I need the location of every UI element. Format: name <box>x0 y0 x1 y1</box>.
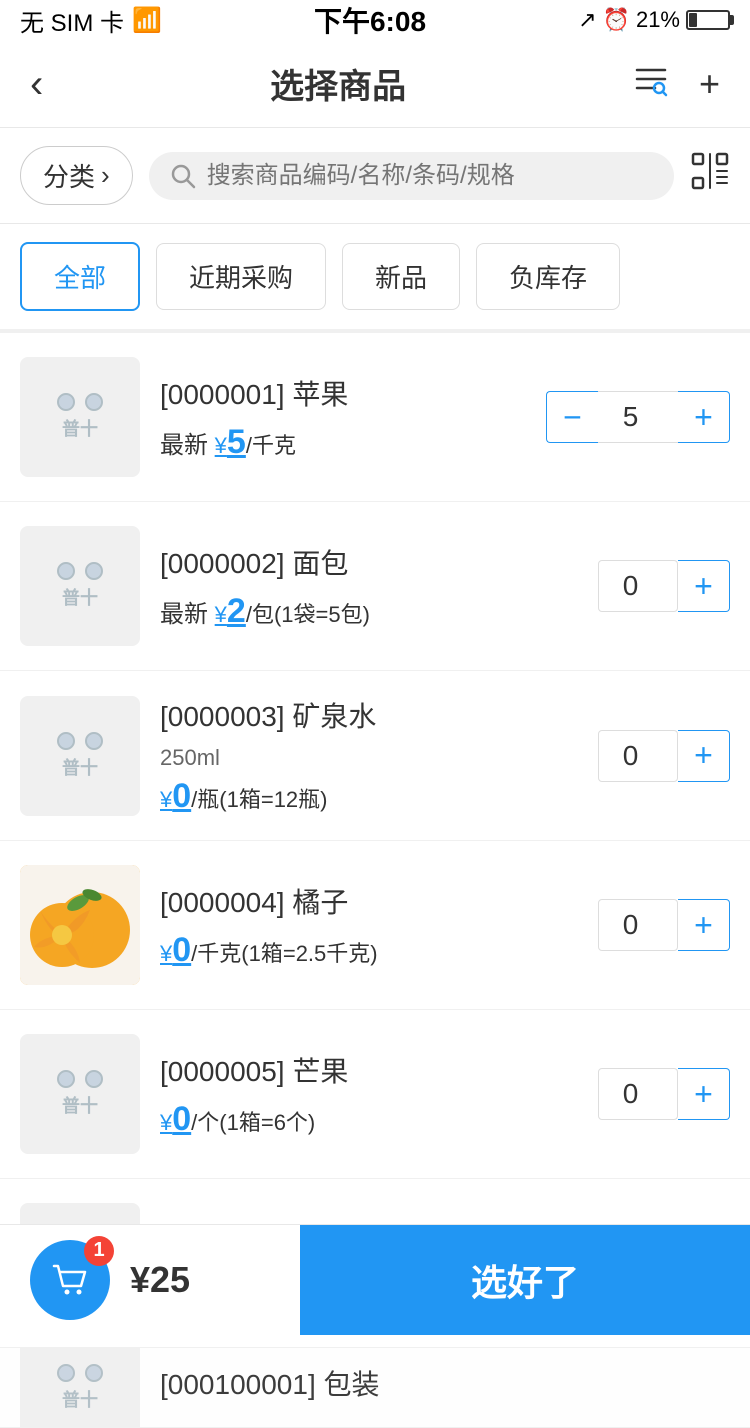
quantity-control-4: + <box>598 899 730 951</box>
cart-icon <box>48 1258 92 1302</box>
category-arrow: › <box>101 160 110 191</box>
increase-button-2[interactable]: + <box>678 560 730 612</box>
product-info-1: [0000001] 苹果 最新 ¥5/千克 <box>160 373 526 462</box>
product-price-4: ¥0/千克(1箱=2.5千克) <box>160 931 578 970</box>
product-image-4 <box>20 865 140 985</box>
product-image-3: 普十 <box>20 696 140 816</box>
product-price-5: ¥0/个(1箱=6个) <box>160 1100 578 1139</box>
product-name-4: [0000004] 橘子 <box>160 881 578 921</box>
product-info-3: [0000003] 矿泉水 250ml ¥0/瓶(1箱=12瓶) <box>160 695 578 816</box>
tabs-row: 全部 近期采购 新品 负库存 <box>0 224 750 333</box>
confirm-button[interactable]: 选好了 <box>300 1225 750 1335</box>
product-name-1: [0000001] 苹果 <box>160 373 526 413</box>
product-name-2: [0000002] 面包 <box>160 542 578 582</box>
scan-icon[interactable] <box>690 151 730 200</box>
list-item: 普十 [0000001] 苹果 最新 ¥5/千克 − + <box>0 333 750 502</box>
list-item: [0000004] 橘子 ¥0/千克(1箱=2.5千克) + <box>0 841 750 1010</box>
cart-area: 1 ¥25 <box>0 1240 300 1320</box>
quantity-control-5: + <box>598 1068 730 1120</box>
product-price-2: 最新 ¥2/包(1袋=5包) <box>160 592 578 631</box>
quantity-input-3[interactable] <box>598 730 678 782</box>
status-time: 下午6:08 <box>314 0 426 40</box>
page-title: 选择商品 <box>270 59 406 108</box>
increase-button-5[interactable]: + <box>678 1068 730 1120</box>
increase-button-4[interactable]: + <box>678 899 730 951</box>
product-info-5: [0000005] 芒果 ¥0/个(1箱=6个) <box>160 1050 578 1139</box>
cart-total: ¥25 <box>130 1259 190 1301</box>
search-input[interactable] <box>207 162 654 190</box>
list-item: 普十 [0000005] 芒果 ¥0/个(1箱=6个) + <box>0 1010 750 1179</box>
product-spec-3: 250ml <box>160 745 578 771</box>
tab-recent[interactable]: 近期采购 <box>156 243 326 310</box>
cart-badge: 1 <box>84 1236 114 1266</box>
product-info-4: [0000004] 橘子 ¥0/千克(1箱=2.5千克) <box>160 881 578 970</box>
back-button[interactable]: ‹ <box>30 64 43 104</box>
filter-icon[interactable] <box>633 61 669 106</box>
status-bar: 无 SIM 卡 📶 下午6:08 ↗ ⏰ 21% <box>0 0 750 40</box>
search-box <box>149 152 674 200</box>
product-name-3: [0000003] 矿泉水 <box>160 695 578 735</box>
product-image-5: 普十 <box>20 1034 140 1154</box>
cart-icon-button[interactable]: 1 <box>30 1240 110 1320</box>
nav-right-actions: + <box>633 61 720 106</box>
quantity-input-1[interactable] <box>598 391 678 443</box>
search-icon <box>169 162 197 190</box>
increase-button-1[interactable]: + <box>678 391 730 443</box>
owl-logo: 普十 <box>57 393 103 441</box>
product-image-2: 普十 <box>20 526 140 646</box>
product-name-7: [000100001] 包装 <box>160 1363 730 1403</box>
list-item: 普十 [0000002] 面包 最新 ¥2/包(1袋=5包) + <box>0 502 750 671</box>
product-price-3: ¥0/瓶(1箱=12瓶) <box>160 777 578 816</box>
nav-bar: ‹ 选择商品 + <box>0 40 750 128</box>
status-right: ↗ ⏰ 21% <box>578 7 730 33</box>
battery-icon <box>686 10 730 30</box>
wifi-icon: 📶 <box>132 6 162 35</box>
decrease-button-1[interactable]: − <box>546 391 598 443</box>
quantity-input-5[interactable] <box>598 1068 678 1120</box>
tab-negative-stock[interactable]: 负库存 <box>476 243 620 310</box>
category-button[interactable]: 分类 › <box>20 146 133 205</box>
status-left: 无 SIM 卡 📶 <box>20 3 162 38</box>
quantity-control-3: + <box>598 730 730 782</box>
quantity-input-2[interactable] <box>598 560 678 612</box>
quantity-input-4[interactable] <box>598 899 678 951</box>
product-image-7: 普十 <box>20 1348 140 1428</box>
bottom-bar: 1 ¥25 选好了 <box>0 1224 750 1334</box>
list-item: 普十 [0000003] 矿泉水 250ml ¥0/瓶(1箱=12瓶) + <box>0 671 750 841</box>
product-image-1: 普十 <box>20 357 140 477</box>
battery-percent: 21% <box>636 7 680 33</box>
product-name-5: [0000005] 芒果 <box>160 1050 578 1090</box>
carrier-label: 无 SIM 卡 <box>20 3 124 38</box>
location-icon: ↗ <box>578 7 596 33</box>
add-icon[interactable]: + <box>699 63 720 105</box>
tab-all[interactable]: 全部 <box>20 242 140 311</box>
tab-new[interactable]: 新品 <box>342 243 460 310</box>
product-info-2: [0000002] 面包 最新 ¥2/包(1袋=5包) <box>160 542 578 631</box>
quantity-control-1: − + <box>546 391 730 443</box>
product-price-1: 最新 ¥5/千克 <box>160 423 526 462</box>
alarm-icon: ⏰ <box>603 7 630 33</box>
increase-button-3[interactable]: + <box>678 730 730 782</box>
price-currency-1: ¥ <box>215 433 227 458</box>
list-item: 普十 [000100001] 包装 <box>0 1348 750 1428</box>
quantity-control-2: + <box>598 560 730 612</box>
filter-row: 分类 › <box>0 128 750 224</box>
product-info-7: [000100001] 包装 <box>160 1363 730 1413</box>
